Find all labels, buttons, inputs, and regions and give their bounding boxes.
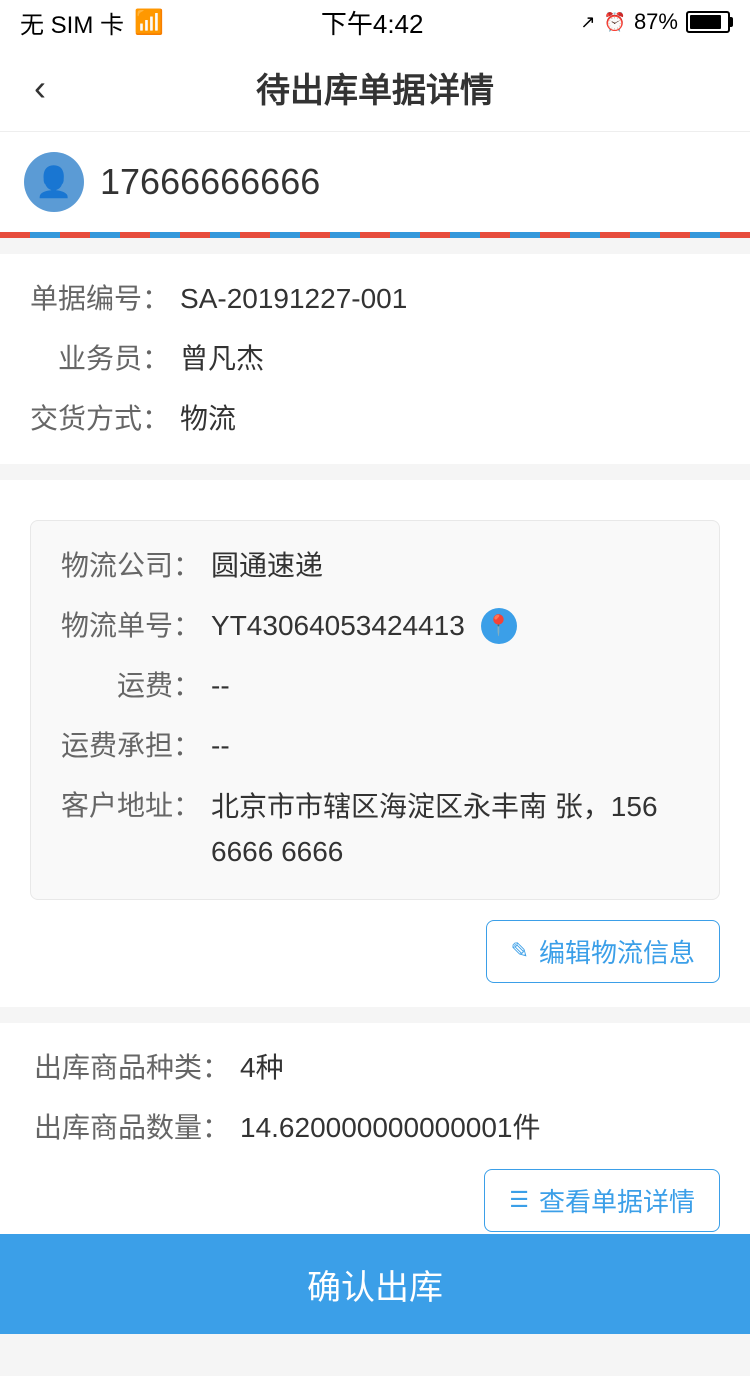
document-number-label: 单据编号： — [30, 278, 170, 320]
edit-icon: ✎ — [511, 938, 529, 964]
goods-quantity-row: 出库商品数量： 14.620000000000001件 — [30, 1107, 720, 1149]
time-text: 下午4:42 — [321, 4, 424, 41]
page-title: 待出库单据详情 — [256, 63, 494, 112]
delivery-method-label: 交货方式： — [30, 398, 170, 440]
order-info-section: 单据编号： SA-20191227-001 业务员： 曾凡杰 交货方式： 物流 — [0, 254, 750, 464]
status-left: 无 SIM 卡 📶 — [20, 5, 164, 40]
delivery-method-row: 交货方式： 物流 — [30, 398, 720, 440]
tracking-number-row: 物流单号： YT43064053424413 📍 — [61, 605, 689, 647]
view-detail-label: 查看单据详情 — [539, 1182, 695, 1219]
goods-section: 出库商品种类： 4种 出库商品数量： 14.620000000000001件 ☰… — [0, 1023, 750, 1256]
goods-type-row: 出库商品种类： 4种 — [30, 1047, 720, 1089]
freight-bearer-label: 运费承担： — [61, 725, 201, 767]
customer-header: 👤 17666666666 — [0, 132, 750, 232]
freight-value: -- — [211, 665, 689, 707]
edit-logistics-label: 编辑物流信息 — [539, 933, 695, 970]
address-label: 客户地址： — [61, 785, 201, 827]
goods-quantity-label: 出库商品数量： — [30, 1107, 230, 1149]
edit-logistics-button[interactable]: ✎ 编辑物流信息 — [486, 920, 720, 983]
freight-bearer-row: 运费承担： -- — [61, 725, 689, 767]
goods-type-value: 4种 — [240, 1047, 720, 1089]
logistics-section: 物流公司： 圆通速递 物流单号： YT43064053424413 📍 运费： … — [0, 480, 750, 1007]
back-button[interactable]: ‹ — [24, 57, 56, 119]
confirm-button-label: 确认出库 — [307, 1260, 443, 1309]
sales-rep-label: 业务员： — [30, 338, 170, 380]
dashed-separator — [0, 232, 750, 238]
goods-type-label: 出库商品种类： — [30, 1047, 230, 1089]
logistics-company-value: 圆通速递 — [211, 545, 689, 587]
alarm-icon: ⏰ — [604, 12, 626, 33]
avatar: 👤 — [24, 152, 84, 212]
detail-button-row: ☰ 查看单据详情 — [30, 1169, 720, 1232]
freight-bearer-value: -- — [211, 725, 689, 767]
view-detail-button[interactable]: ☰ 查看单据详情 — [484, 1169, 720, 1232]
address-row: 客户地址： 北京市市辖区海淀区永丰南 张，156 6666 6666 — [61, 785, 689, 875]
logistics-company-row: 物流公司： 圆通速递 — [61, 545, 689, 587]
carrier-text: 无 SIM 卡 — [20, 5, 124, 40]
tracking-number-label: 物流单号： — [61, 605, 201, 647]
battery-percent: 87% — [634, 9, 678, 35]
customer-phone: 17666666666 — [100, 161, 320, 203]
tracking-location-icon[interactable]: 📍 — [481, 608, 517, 644]
sales-rep-value: 曾凡杰 — [180, 338, 720, 380]
goods-quantity-value: 14.620000000000001件 — [240, 1107, 720, 1149]
edit-logistics-button-row: ✎ 编辑物流信息 — [30, 920, 720, 983]
status-bar: 无 SIM 卡 📶 下午4:42 ↗ ⏰ 87% — [0, 0, 750, 44]
address-value: 北京市市辖区海淀区永丰南 张，156 6666 6666 — [211, 785, 689, 875]
avatar-icon: 👤 — [35, 165, 72, 200]
logistics-company-label: 物流公司： — [61, 545, 201, 587]
freight-row: 运费： -- — [61, 665, 689, 707]
confirm-bar[interactable]: 确认出库 — [0, 1234, 750, 1334]
nav-bar: ‹ 待出库单据详情 — [0, 44, 750, 132]
battery-icon — [686, 11, 730, 33]
location-status-icon: ↗ — [580, 12, 595, 33]
wifi-icon: 📶 — [134, 8, 164, 37]
logistics-card: 物流公司： 圆通速递 物流单号： YT43064053424413 📍 运费： … — [30, 520, 720, 900]
sales-rep-row: 业务员： 曾凡杰 — [30, 338, 720, 380]
delivery-method-value: 物流 — [180, 398, 720, 440]
status-right: ↗ ⏰ 87% — [580, 9, 730, 35]
document-number-value: SA-20191227-001 — [180, 278, 720, 320]
doc-icon: ☰ — [509, 1187, 529, 1213]
document-number-row: 单据编号： SA-20191227-001 — [30, 278, 720, 320]
freight-label: 运费： — [61, 665, 201, 707]
tracking-number-value: YT43064053424413 📍 — [211, 605, 689, 647]
